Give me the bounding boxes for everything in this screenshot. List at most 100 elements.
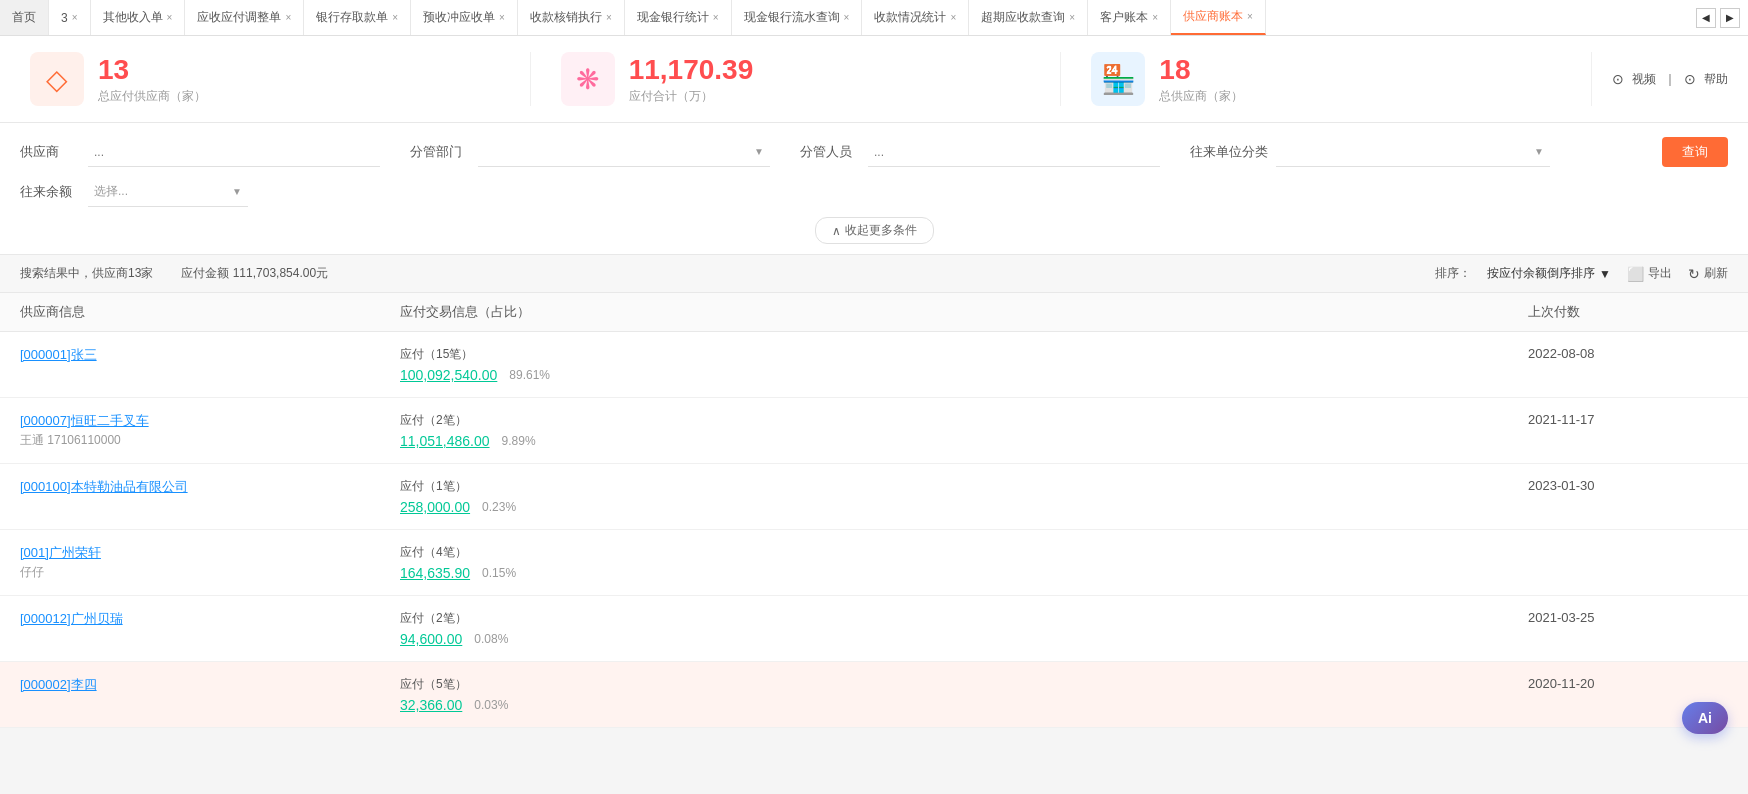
refresh-button[interactable]: ↻ 刷新 — [1688, 265, 1728, 282]
transaction-col: 应付（4笔） 164,635.90 0.15% — [400, 544, 1528, 581]
nav-tab-adjustment[interactable]: 应收应付调整单 × — [185, 0, 304, 35]
tx-amount-link[interactable]: 32,366.00 — [400, 697, 462, 713]
ai-button[interactable]: Ai — [1682, 702, 1728, 728]
refresh-icon: ↻ — [1688, 266, 1700, 282]
supplier-name-link[interactable]: [000100]本特勒油品有限公司 — [20, 478, 400, 496]
close-icon[interactable]: × — [72, 12, 78, 23]
tx-amount-link[interactable]: 164,635.90 — [400, 565, 470, 581]
top-right-links: ⊙ 视频 ｜ ⊙ 帮助 — [1592, 71, 1728, 88]
nav-prev-button[interactable]: ◀ — [1696, 8, 1716, 28]
nav-tab-3[interactable]: 3 × — [49, 0, 91, 35]
transaction-col: 应付（1笔） 258,000.00 0.23% — [400, 478, 1528, 515]
nav-tab-overdue[interactable]: 超期应收款查询 × — [969, 0, 1088, 35]
tx-header: 应付（4笔） — [400, 544, 1528, 561]
filter-balance: 往来余额 选择... ▼ — [20, 177, 380, 207]
sort-label: 排序： — [1435, 265, 1471, 282]
payable-total-icon: ❋ — [561, 52, 615, 106]
close-icon[interactable]: × — [285, 12, 291, 23]
chevron-down-icon-sort: ▼ — [1599, 267, 1611, 281]
supplier-name-link[interactable]: [000001]张三 — [20, 346, 400, 364]
person-filter-input[interactable] — [868, 137, 1160, 167]
close-icon[interactable]: × — [1069, 12, 1075, 23]
tx-header: 应付（15笔） — [400, 346, 1528, 363]
nav-next-button[interactable]: ▶ — [1720, 8, 1740, 28]
close-icon[interactable]: × — [950, 12, 956, 23]
nav-tab-verify[interactable]: 收款核销执行 × — [518, 0, 625, 35]
right-actions: 排序： 按应付余额倒序排序 ▼ ⬜ 导出 ↻ 刷新 — [1435, 265, 1728, 282]
nav-tab-prepay[interactable]: 预收冲应收单 × — [411, 0, 518, 35]
filter-dept: 分管部门 ▼ — [410, 137, 770, 167]
close-icon[interactable]: × — [844, 12, 850, 23]
result-text-1: 搜索结果中，供应商13家 — [20, 265, 153, 282]
tx-header: 应付（2笔） — [400, 412, 1528, 429]
export-button[interactable]: ⬜ 导出 — [1627, 265, 1672, 282]
tx-amount-link[interactable]: 94,600.00 — [400, 631, 462, 647]
tx-percent: 0.15% — [482, 566, 516, 580]
tx-header: 应付（1笔） — [400, 478, 1528, 495]
nav-tab-customer-ledger[interactable]: 客户账本 × — [1088, 0, 1171, 35]
table-row: [000007]恒旺二手叉车 王通 17106110000 应付（2笔） 11,… — [0, 398, 1748, 464]
filter-row-1: 供应商 分管部门 ▼ 分管人员 往来单位分类 ▼ 查询 — [20, 137, 1728, 167]
help-link[interactable]: 帮助 — [1704, 71, 1728, 88]
nav-arrows: ◀ ▶ — [1688, 8, 1748, 28]
category-filter-select[interactable]: ▼ — [1276, 137, 1550, 167]
supplier-contact: 王通 17106110000 — [20, 432, 400, 449]
tx-amount-link[interactable]: 258,000.00 — [400, 499, 470, 515]
nav-tab-other-income[interactable]: 其他收入单 × — [91, 0, 186, 35]
filter-person: 分管人员 — [800, 137, 1160, 167]
supplier-name-link[interactable]: [000012]广州贝瑞 — [20, 610, 400, 628]
nav-tab-home[interactable]: 首页 — [0, 0, 49, 35]
sort-select[interactable]: 按应付余额倒序排序 ▼ — [1487, 265, 1611, 282]
header-supplier: 供应商信息 — [20, 303, 400, 321]
close-icon[interactable]: × — [499, 12, 505, 23]
payable-suppliers-number: 13 — [98, 53, 206, 87]
nav-tab-home-label: 首页 — [12, 9, 36, 26]
chevron-down-icon: ▼ — [754, 146, 764, 157]
supplier-name-link[interactable]: [001]广州荣轩 — [20, 544, 400, 562]
payable-total-info: 11,170.39 应付合计（万） — [629, 53, 754, 106]
dept-filter-label: 分管部门 — [410, 143, 470, 161]
table-row: [000012]广州贝瑞 应付（2笔） 94,600.00 0.08% 2021… — [0, 596, 1748, 662]
nav-tab-supplier-ledger[interactable]: 供应商账本 × — [1171, 0, 1266, 35]
balance-filter-select[interactable]: 选择... ▼ — [88, 177, 248, 207]
nav-tab-3-label: 3 — [61, 11, 68, 25]
last-payment-col: 2020-11-20 — [1528, 676, 1728, 691]
table-header: 供应商信息 应付交易信息（占比） 上次付数 — [0, 293, 1748, 332]
close-icon[interactable]: × — [1152, 12, 1158, 23]
nav-tab-cash-flow[interactable]: 现金银行流水查询 × — [732, 0, 863, 35]
tx-amount-link[interactable]: 11,051,486.00 — [400, 433, 490, 449]
close-icon[interactable]: × — [167, 12, 173, 23]
nav-tab-other-income-label: 其他收入单 — [103, 9, 163, 26]
close-icon[interactable]: × — [1247, 11, 1253, 22]
nav-tab-cash-stat[interactable]: 现金银行统计 × — [625, 0, 732, 35]
video-link[interactable]: 视频 — [1632, 71, 1656, 88]
nav-tab-bank[interactable]: 银行存取款单 × — [304, 0, 411, 35]
search-button[interactable]: 查询 — [1662, 137, 1728, 167]
export-icon: ⬜ — [1627, 266, 1644, 282]
supplier-filter-input[interactable] — [88, 137, 380, 167]
supplier-name-link[interactable]: [000007]恒旺二手叉车 — [20, 412, 400, 430]
transaction-col: 应付（2笔） 11,051,486.00 9.89% — [400, 412, 1528, 449]
payable-suppliers-info: 13 总应付供应商（家） — [98, 53, 206, 106]
supplier-name-link[interactable]: [000002]李四 — [20, 676, 400, 694]
nav-tab-supplier-ledger-label: 供应商账本 — [1183, 8, 1243, 25]
total-suppliers-number: 18 — [1159, 53, 1243, 87]
close-icon[interactable]: × — [713, 12, 719, 23]
tx-amount-link[interactable]: 100,092,540.00 — [400, 367, 497, 383]
collapse-button[interactable]: ∧ 收起更多条件 — [815, 217, 934, 244]
header-last-payment: 上次付数 — [1528, 303, 1728, 321]
table-row: [000001]张三 应付（15笔） 100,092,540.00 89.61%… — [0, 332, 1748, 398]
transaction-col: 应付（5笔） 32,366.00 0.03% — [400, 676, 1528, 713]
total-suppliers-icon: 🏪 — [1091, 52, 1145, 106]
circle-icon: ⊙ — [1612, 71, 1624, 87]
chevron-up-icon: ∧ — [832, 224, 841, 238]
close-icon[interactable]: × — [606, 12, 612, 23]
result-bar: 搜索结果中，供应商13家 应付金额 111,703,854.00元 排序： 按应… — [0, 255, 1748, 293]
nav-tab-prepay-label: 预收冲应收单 — [423, 9, 495, 26]
dept-filter-select[interactable]: ▼ — [478, 137, 770, 167]
payable-total-label: 应付合计（万） — [629, 88, 754, 105]
close-icon[interactable]: × — [392, 12, 398, 23]
nav-tab-receipt-stat[interactable]: 收款情况统计 × — [862, 0, 969, 35]
person-filter-label: 分管人员 — [800, 143, 860, 161]
last-payment-col: 2021-11-17 — [1528, 412, 1728, 427]
